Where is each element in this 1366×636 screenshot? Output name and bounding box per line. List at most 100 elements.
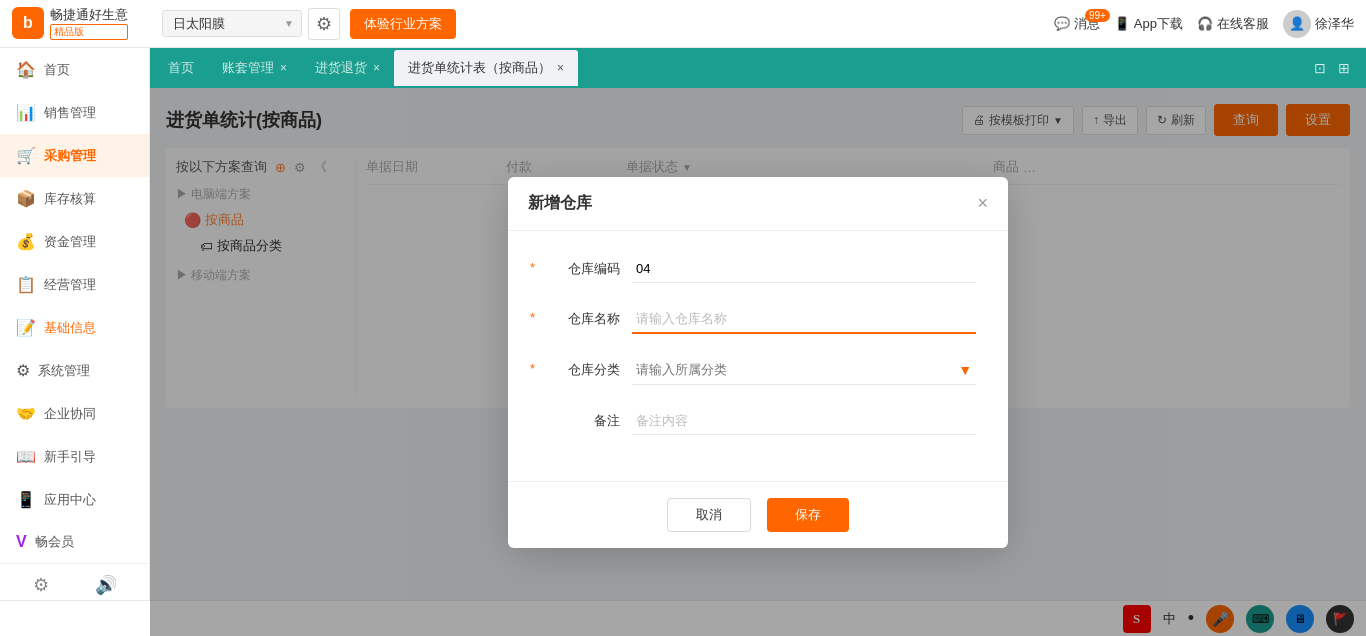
form-label-category: 仓库分类 — [540, 361, 620, 379]
avatar: 👤 — [1283, 10, 1311, 38]
save-button[interactable]: 保存 — [767, 498, 849, 532]
dialog-close-button[interactable]: × — [977, 194, 988, 212]
business-icon: 📋 — [16, 275, 36, 294]
dialog-body: 仓库编码 仓库名称 — [508, 231, 1008, 481]
app-icon: 📱 — [1114, 16, 1130, 31]
purchase-icon: 🛒 — [16, 146, 36, 165]
tabs-bar: 首页 账套管理 × 进货退货 × 进货单统计表（按商品） × ⊡ ⊞ — [150, 48, 1366, 88]
sidebar-label-guide: 新手引导 — [44, 448, 96, 466]
notification-icon: 💬 — [1054, 16, 1070, 31]
sidebar-label-vip: 畅会员 — [35, 533, 74, 551]
note-input[interactable] — [632, 407, 976, 435]
tab-home[interactable]: 首页 — [154, 50, 208, 86]
notification-item[interactable]: 💬 消息 99+ — [1054, 15, 1100, 33]
logo-area: b 畅捷通好生意 精品版 — [12, 7, 162, 40]
home-icon: 🏠 — [16, 60, 36, 79]
form-control-note — [632, 407, 976, 435]
sidebar-label-business: 经营管理 — [44, 276, 96, 294]
sidebar-label-enterprise: 企业协同 — [44, 405, 96, 423]
sidebar-label-finance: 资金管理 — [44, 233, 96, 251]
form-row-category: 仓库分类 ▼ — [540, 356, 976, 385]
sidebar-item-enterprise[interactable]: 🤝 企业协同 — [0, 392, 149, 435]
sidebar-item-app[interactable]: 📱 应用中心 — [0, 478, 149, 521]
sidebar-item-purchase[interactable]: 🛒 采购管理 — [0, 134, 149, 177]
form-row-code: 仓库编码 — [540, 255, 976, 283]
app-download-item[interactable]: 📱 App下载 — [1114, 15, 1183, 33]
tab-accounts-close[interactable]: × — [280, 61, 287, 75]
form-label-name: 仓库名称 — [540, 310, 620, 328]
gear-button[interactable]: ⚙ — [308, 8, 340, 40]
notification-badge: 99+ — [1085, 9, 1110, 22]
sidebar-label-purchase: 采购管理 — [44, 147, 96, 165]
sales-icon: 📊 — [16, 103, 36, 122]
category-dropdown-icon[interactable]: ▼ — [958, 362, 972, 378]
tab-stats-close[interactable]: × — [557, 61, 564, 75]
form-row-note: 备注 — [540, 407, 976, 435]
top-search: ⚙ 体验行业方案 — [162, 8, 1054, 40]
enterprise-icon: 🤝 — [16, 404, 36, 423]
tab-returns-label: 进货退货 — [315, 59, 367, 77]
cancel-button[interactable]: 取消 — [667, 498, 751, 532]
sidebar-item-guide[interactable]: 📖 新手引导 — [0, 435, 149, 478]
sidebar: 🏠 首页 📊 销售管理 🛒 采购管理 📦 库存核算 💰 资金管理 📋 经营管理 … — [0, 48, 150, 636]
tab-stats-label: 进货单统计表（按商品） — [408, 59, 551, 77]
user-name: 徐泽华 — [1315, 15, 1354, 33]
search-input[interactable] — [162, 10, 302, 37]
tab-accounts[interactable]: 账套管理 × — [208, 50, 301, 86]
sidebar-item-basic[interactable]: 📝 基础信息 — [0, 306, 149, 349]
tab-returns[interactable]: 进货退货 × — [301, 50, 394, 86]
sidebar-item-home[interactable]: 🏠 首页 — [0, 48, 149, 91]
tabs-restore-icon[interactable]: ⊡ — [1310, 56, 1330, 80]
code-input[interactable] — [632, 255, 976, 283]
sidebar-label-app: 应用中心 — [44, 491, 96, 509]
form-control-code — [632, 255, 976, 283]
service-item[interactable]: 🎧 在线客服 — [1197, 15, 1269, 33]
experience-button[interactable]: 体验行业方案 — [350, 9, 456, 39]
dialog-overlay: 新增仓库 × 仓库编码 仓 — [150, 88, 1366, 636]
dialog-new-warehouse: 新增仓库 × 仓库编码 仓 — [508, 177, 1008, 548]
inventory-icon: 📦 — [16, 189, 36, 208]
search-select-wrap[interactable] — [162, 10, 302, 37]
basic-icon: 📝 — [16, 318, 36, 337]
tab-returns-close[interactable]: × — [373, 61, 380, 75]
logo-name: 畅捷通好生意 — [50, 7, 128, 24]
name-input[interactable] — [632, 305, 976, 334]
sidebar-item-finance[interactable]: 💰 资金管理 — [0, 220, 149, 263]
logo-tag: 精品版 — [50, 24, 128, 40]
top-bar: b 畅捷通好生意 精品版 ⚙ 体验行业方案 💬 消息 99+ 📱 App下载 🎧… — [0, 0, 1366, 48]
form-label-note: 备注 — [540, 412, 620, 430]
sidebar-speaker-icon[interactable]: 🔊 — [95, 574, 117, 596]
category-select-wrap[interactable]: ▼ — [632, 356, 976, 385]
service-label: 在线客服 — [1217, 15, 1269, 33]
vip-icon: V — [16, 533, 27, 551]
dialog-title: 新增仓库 — [528, 193, 592, 214]
system-icon: ⚙ — [16, 361, 30, 380]
finance-icon: 💰 — [16, 232, 36, 251]
user-item[interactable]: 👤 徐泽华 — [1283, 10, 1354, 38]
sidebar-item-inventory[interactable]: 📦 库存核算 — [0, 177, 149, 220]
sidebar-item-sales[interactable]: 📊 销售管理 — [0, 91, 149, 134]
sidebar-item-business[interactable]: 📋 经营管理 — [0, 263, 149, 306]
sidebar-label-inventory: 库存核算 — [44, 190, 96, 208]
dialog-footer: 取消 保存 — [508, 481, 1008, 548]
page-content: 进货单统计(按商品) 🖨 按模板打印 ▼ ↑ 导出 ↻ 刷新 — [150, 88, 1366, 636]
form-label-code: 仓库编码 — [540, 260, 620, 278]
sidebar-label-basic: 基础信息 — [44, 319, 96, 337]
dialog-header: 新增仓库 × — [508, 177, 1008, 231]
top-right: 💬 消息 99+ 📱 App下载 🎧 在线客服 👤 徐泽华 — [1054, 10, 1354, 38]
sidebar-label-sales: 销售管理 — [44, 104, 96, 122]
tabs-right: ⊡ ⊞ — [1310, 56, 1362, 80]
sidebar-item-system[interactable]: ⚙ 系统管理 — [0, 349, 149, 392]
form-row-name: 仓库名称 — [540, 305, 976, 334]
app-label: App下载 — [1134, 15, 1183, 33]
tabs-maximize-icon[interactable]: ⊞ — [1334, 56, 1354, 80]
main-layout: 🏠 首页 📊 销售管理 🛒 采购管理 📦 库存核算 💰 资金管理 📋 经营管理 … — [0, 48, 1366, 636]
guide-icon: 📖 — [16, 447, 36, 466]
sidebar-label-home: 首页 — [44, 61, 70, 79]
sidebar-item-vip[interactable]: V 畅会员 — [0, 521, 149, 563]
tab-stats[interactable]: 进货单统计表（按商品） × — [394, 50, 578, 86]
category-input[interactable] — [636, 362, 958, 377]
tab-home-label: 首页 — [168, 59, 194, 77]
sidebar-settings-icon[interactable]: ⚙ — [33, 574, 49, 596]
sidebar-label-system: 系统管理 — [38, 362, 90, 380]
